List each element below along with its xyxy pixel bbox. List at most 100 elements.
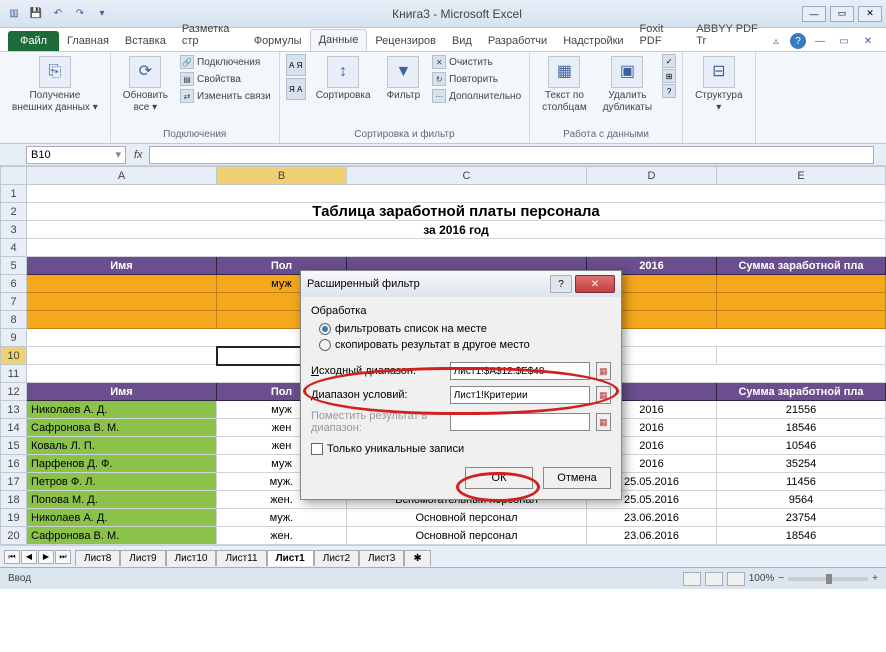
tab-formulas[interactable]: Формулы	[246, 31, 310, 51]
whatif-icon[interactable]: ?	[662, 84, 676, 98]
tab-view[interactable]: Вид	[444, 31, 480, 51]
row-10[interactable]: 10	[1, 347, 27, 365]
page-layout-view-button[interactable]	[705, 572, 723, 586]
filter-button[interactable]: ▼ Фильтр	[381, 54, 427, 104]
name-box[interactable]: B10▾	[26, 146, 126, 164]
reapply-filter-button[interactable]: ↻Повторить	[430, 71, 523, 87]
criteria-range-input[interactable]	[450, 386, 590, 404]
tab-developer[interactable]: Разработчи	[480, 31, 555, 51]
row-20[interactable]: 20	[1, 527, 27, 545]
zoom-slider[interactable]	[788, 577, 868, 581]
row-8[interactable]: 8	[1, 311, 27, 329]
col-e[interactable]: E	[717, 167, 886, 185]
outline-button[interactable]: ⊟ Структура ▾	[689, 54, 748, 116]
validation-icon[interactable]: ✓	[662, 54, 676, 68]
select-all[interactable]	[1, 167, 27, 185]
last-sheet-button[interactable]: ⏭	[55, 550, 71, 564]
formula-input[interactable]	[149, 146, 874, 164]
zoom-level[interactable]: 100%	[749, 573, 775, 584]
zoom-in-button[interactable]: +	[872, 573, 878, 584]
redo-icon[interactable]: ↷	[70, 4, 90, 24]
row-3[interactable]: 3	[1, 221, 27, 239]
row-4[interactable]: 4	[1, 239, 27, 257]
properties-button[interactable]: ▤Свойства	[178, 71, 273, 87]
row-19[interactable]: 19	[1, 509, 27, 527]
row-12[interactable]: 12	[1, 383, 27, 401]
qat-more-icon[interactable]: ▾	[92, 4, 112, 24]
sheet-tab-active[interactable]: Лист1	[267, 550, 314, 566]
save-icon[interactable]: 💾	[26, 4, 46, 24]
list-range-input[interactable]	[450, 362, 590, 380]
row-11[interactable]: 11	[1, 365, 27, 383]
prev-sheet-button[interactable]: ◀	[21, 550, 37, 564]
dialog-close-button[interactable]: ✕	[575, 275, 615, 293]
doc-close-icon[interactable]: ✕	[858, 31, 878, 51]
ok-button[interactable]: ОК	[465, 467, 533, 489]
row-1[interactable]: 1	[1, 185, 27, 203]
radio-copy-to[interactable]: скопировать результат в другое место	[311, 337, 611, 353]
new-sheet-button[interactable]: ✱	[404, 550, 430, 566]
minimize-button[interactable]: —	[802, 6, 826, 22]
advanced-filter-button[interactable]: ⋯Дополнительно	[430, 88, 523, 104]
row-14[interactable]: 14	[1, 419, 27, 437]
tab-review[interactable]: Рецензиров	[367, 31, 444, 51]
sheet-tab[interactable]: Лист9	[120, 550, 165, 566]
row-15[interactable]: 15	[1, 437, 27, 455]
page-break-view-button[interactable]	[727, 572, 745, 586]
connections-button[interactable]: 🔗Подключения	[178, 54, 273, 70]
normal-view-button[interactable]	[683, 572, 701, 586]
sort-desc-button[interactable]: Я А	[286, 78, 306, 100]
text-to-columns-button[interactable]: ▦ Текст по столбцам	[536, 54, 593, 116]
col-d[interactable]: D	[587, 167, 717, 185]
tab-data[interactable]: Данные	[310, 29, 368, 51]
row-5[interactable]: 5	[1, 257, 27, 275]
row-17[interactable]: 17	[1, 473, 27, 491]
help-icon[interactable]: ?	[790, 33, 806, 49]
next-sheet-button[interactable]: ▶	[38, 550, 54, 564]
row-9[interactable]: 9	[1, 329, 27, 347]
maximize-button[interactable]: ▭	[830, 6, 854, 22]
excel-icon[interactable]: ▥	[4, 4, 24, 24]
tab-addins[interactable]: Надстройки	[555, 31, 631, 51]
col-a[interactable]: A	[27, 167, 217, 185]
sort-asc-button[interactable]: А Я	[286, 54, 306, 76]
row-7[interactable]: 7	[1, 293, 27, 311]
cancel-button[interactable]: Отмена	[543, 467, 611, 489]
tab-insert[interactable]: Вставка	[117, 31, 174, 51]
col-c[interactable]: C	[347, 167, 587, 185]
sheet-tab[interactable]: Лист3	[359, 550, 404, 566]
doc-minimize-icon[interactable]: —	[810, 31, 830, 51]
refresh-all-button[interactable]: ⟳ Обновить все ▾	[117, 54, 174, 116]
row-13[interactable]: 13	[1, 401, 27, 419]
dialog-help-button[interactable]: ?	[550, 275, 572, 293]
row-18[interactable]: 18	[1, 491, 27, 509]
clear-filter-button[interactable]: ✕Очистить	[430, 54, 523, 70]
tab-abbyy[interactable]: ABBYY PDF Tr	[688, 19, 766, 51]
first-sheet-button[interactable]: ⏮	[4, 550, 20, 564]
row-6[interactable]: 6	[1, 275, 27, 293]
tab-foxit[interactable]: Foxit PDF	[632, 19, 689, 51]
tab-home[interactable]: Главная	[59, 31, 117, 51]
get-external-data-button[interactable]: ⎘ Получение внешних данных ▾	[6, 54, 104, 116]
fx-icon[interactable]: fx	[128, 149, 149, 161]
ribbon-minimize-icon[interactable]: ▵	[766, 31, 786, 51]
edit-links-button[interactable]: ⇄Изменить связи	[178, 88, 273, 104]
doc-restore-icon[interactable]: ▭	[834, 31, 854, 51]
unique-records-checkbox[interactable]: Только уникальные записи	[311, 437, 611, 461]
consolidate-icon[interactable]: ⊞	[662, 69, 676, 83]
range-picker-button[interactable]: ▦	[596, 362, 611, 380]
file-tab[interactable]: Файл	[8, 31, 59, 51]
range-picker-button[interactable]: ▦	[596, 386, 611, 404]
close-button[interactable]: ✕	[858, 6, 882, 22]
sheet-tab[interactable]: Лист10	[166, 550, 217, 566]
radio-filter-in-place[interactable]: фильтровать список на месте	[311, 321, 611, 337]
undo-icon[interactable]: ↶	[48, 4, 68, 24]
remove-duplicates-button[interactable]: ▣ Удалить дубликаты	[597, 54, 658, 116]
row-2[interactable]: 2	[1, 203, 27, 221]
zoom-out-button[interactable]: −	[778, 573, 784, 584]
row-16[interactable]: 16	[1, 455, 27, 473]
sort-button[interactable]: ↕ Сортировка	[310, 54, 377, 104]
col-b[interactable]: B	[217, 167, 347, 185]
sheet-tab[interactable]: Лист11	[216, 550, 266, 566]
sheet-tab[interactable]: Лист8	[75, 550, 120, 566]
